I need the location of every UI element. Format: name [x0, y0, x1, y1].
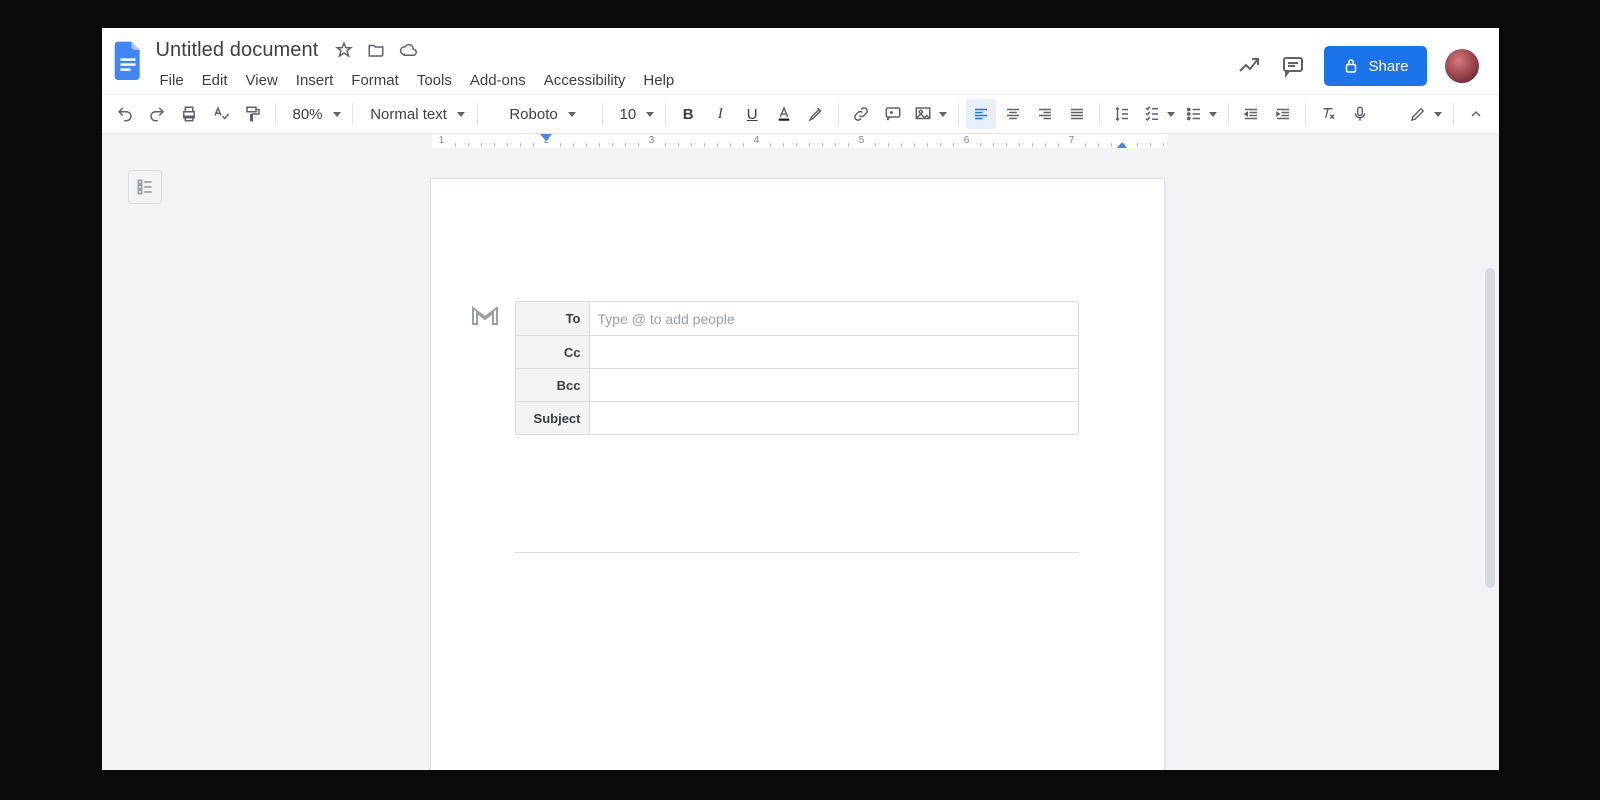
toolbar: 80% Normal text Roboto 10 B I U	[102, 94, 1499, 134]
ruler-number: 6	[964, 135, 970, 146]
gmail-icon[interactable]	[471, 305, 499, 327]
email-input-subject[interactable]	[590, 402, 1078, 434]
menu-view[interactable]: View	[238, 69, 286, 92]
underline-button[interactable]: U	[737, 99, 767, 129]
account-avatar[interactable]	[1445, 49, 1479, 83]
email-body-divider	[515, 552, 1079, 553]
voice-input-button[interactable]	[1345, 99, 1375, 129]
menu-tools[interactable]: Tools	[409, 69, 460, 92]
email-draft-block: ToCcBccSubject	[515, 301, 1079, 435]
email-label: To	[516, 302, 590, 335]
font-value: Roboto	[503, 106, 563, 123]
ruler-number: 7	[1069, 135, 1075, 146]
outline-toggle-button[interactable]	[128, 170, 162, 204]
line-spacing-button[interactable]	[1107, 99, 1137, 129]
caret-down-icon	[568, 112, 576, 117]
style-value: Normal text	[364, 106, 453, 123]
menu-addons[interactable]: Add-ons	[462, 69, 534, 92]
align-left-button[interactable]	[966, 99, 996, 129]
zoom-dropdown[interactable]: 80%	[283, 99, 345, 129]
email-row-subject: Subject	[516, 401, 1078, 434]
share-button[interactable]: Share	[1324, 46, 1426, 86]
activity-icon[interactable]	[1236, 53, 1262, 79]
fontsize-dropdown[interactable]: 10	[610, 99, 659, 129]
comment-button[interactable]	[878, 99, 908, 129]
menu-edit[interactable]: Edit	[194, 69, 236, 92]
comments-icon[interactable]	[1280, 53, 1306, 79]
highlight-button[interactable]	[801, 99, 831, 129]
menu-insert[interactable]: Insert	[288, 69, 342, 92]
menu-bar: FileEditViewInsertFormatToolsAdd-onsAcce…	[152, 66, 1237, 94]
paint-format-button[interactable]	[238, 99, 268, 129]
indent-button[interactable]	[1268, 99, 1298, 129]
menu-accessibility[interactable]: Accessibility	[536, 69, 634, 92]
align-center-button[interactable]	[998, 99, 1028, 129]
zoom-value: 80%	[287, 106, 329, 123]
docs-logo-icon[interactable]	[110, 36, 146, 84]
email-row-cc: Cc	[516, 335, 1078, 368]
email-row-bcc: Bcc	[516, 368, 1078, 401]
outdent-button[interactable]	[1236, 99, 1266, 129]
editing-mode-button[interactable]	[1405, 99, 1446, 129]
caret-down-icon	[646, 112, 654, 117]
document-title[interactable]: Untitled document	[152, 38, 323, 63]
italic-button[interactable]: I	[705, 99, 735, 129]
share-button-label: Share	[1368, 58, 1408, 75]
indent-first-line-marker[interactable]	[540, 134, 552, 141]
link-button[interactable]	[846, 99, 876, 129]
move-folder-icon[interactable]	[366, 40, 386, 60]
collapse-toolbar-button[interactable]	[1461, 99, 1491, 129]
caret-down-icon	[939, 112, 947, 117]
document-canvas: ToCcBccSubject	[102, 148, 1499, 770]
email-label: Subject	[516, 402, 590, 434]
undo-button[interactable]	[110, 99, 140, 129]
caret-down-icon	[1434, 112, 1442, 117]
font-dropdown[interactable]: Roboto	[485, 99, 595, 129]
bulleted-list-button[interactable]	[1181, 99, 1221, 129]
email-input-bcc[interactable]	[590, 369, 1078, 401]
caret-down-icon	[333, 112, 341, 117]
email-label: Bcc	[516, 369, 590, 401]
spellcheck-button[interactable]	[206, 99, 236, 129]
image-button[interactable]	[910, 99, 951, 129]
caret-down-icon	[1167, 112, 1175, 117]
print-button[interactable]	[174, 99, 204, 129]
menu-help[interactable]: Help	[635, 69, 682, 92]
app-window: Untitled document FileEditViewInsertForm…	[102, 28, 1499, 770]
redo-button[interactable]	[142, 99, 172, 129]
menu-file[interactable]: File	[152, 69, 192, 92]
fontsize-value: 10	[614, 106, 643, 123]
page[interactable]: ToCcBccSubject	[430, 178, 1165, 770]
email-label: Cc	[516, 336, 590, 368]
email-input-cc[interactable]	[590, 336, 1078, 368]
text-color-button[interactable]	[769, 99, 799, 129]
cloud-status-icon[interactable]	[398, 40, 418, 60]
style-dropdown[interactable]: Normal text	[360, 99, 470, 129]
clear-format-button[interactable]	[1313, 99, 1343, 129]
star-icon[interactable]	[334, 40, 354, 60]
vertical-scrollbar[interactable]	[1483, 268, 1497, 770]
caret-down-icon	[457, 112, 465, 117]
scrollbar-thumb[interactable]	[1485, 268, 1495, 588]
titlebar: Untitled document FileEditViewInsertForm…	[102, 28, 1499, 94]
align-justify-button[interactable]	[1062, 99, 1092, 129]
checklist-button[interactable]	[1139, 99, 1179, 129]
ruler-number: 5	[859, 135, 865, 146]
ruler-number: 3	[649, 135, 655, 146]
ruler-number: 1	[439, 135, 445, 146]
email-input-to[interactable]	[590, 302, 1078, 335]
align-right-button[interactable]	[1030, 99, 1060, 129]
caret-down-icon	[1209, 112, 1217, 117]
email-row-to: To	[516, 302, 1078, 335]
ruler-number: 4	[754, 135, 760, 146]
bold-button[interactable]: B	[673, 99, 703, 129]
menu-format[interactable]: Format	[343, 69, 407, 92]
